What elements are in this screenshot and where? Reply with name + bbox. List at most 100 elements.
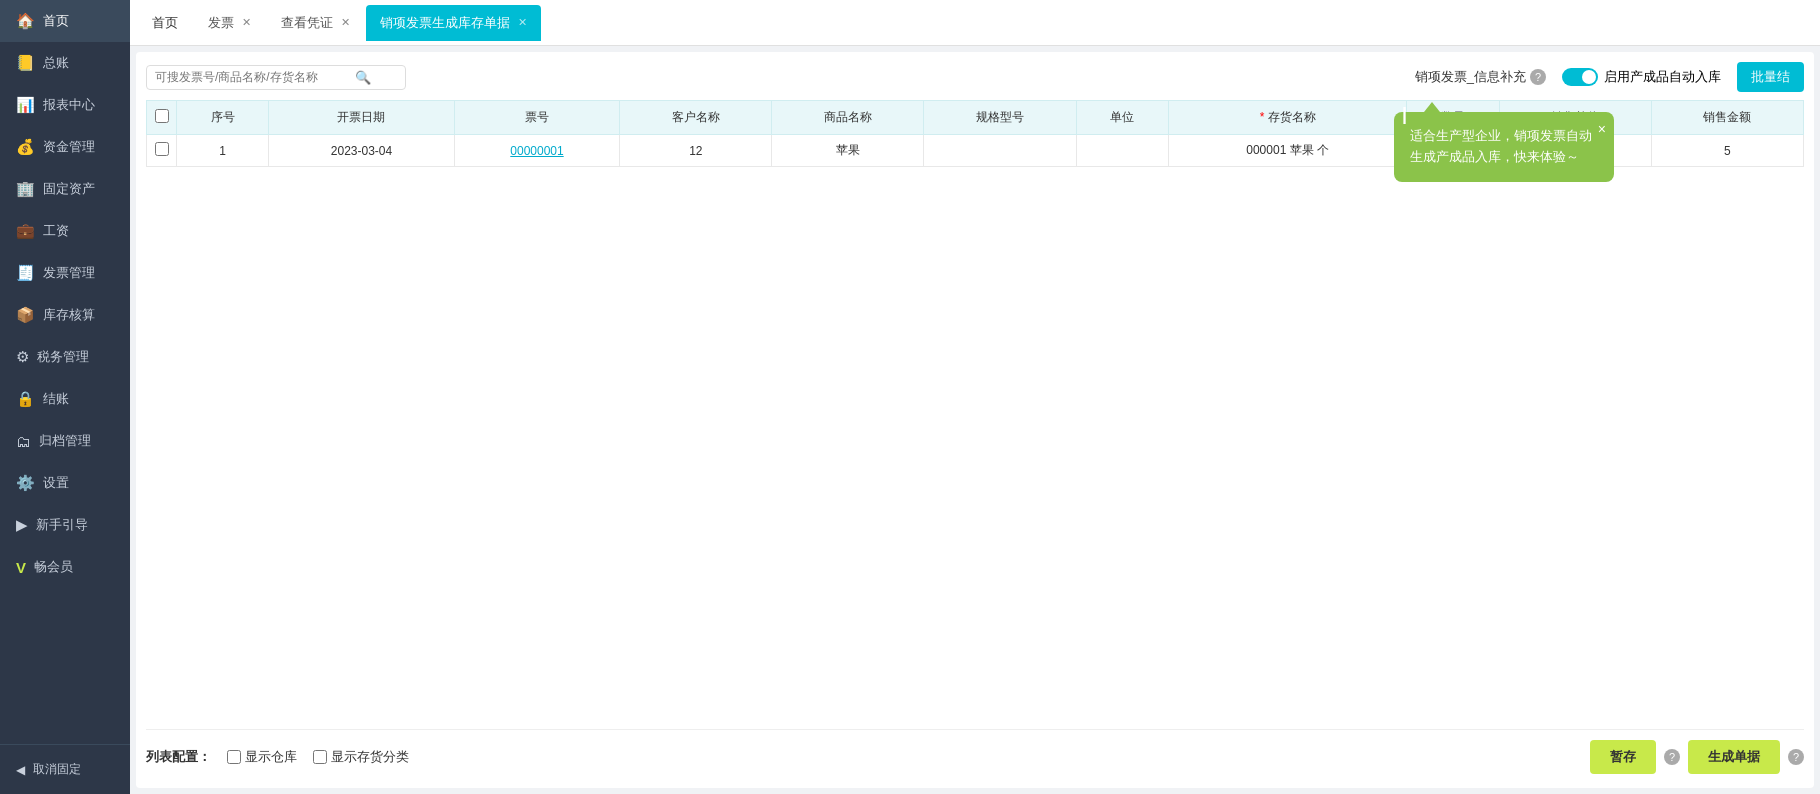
- home-icon: 🏠: [16, 12, 35, 30]
- sidebar-item-member[interactable]: V 畅会员: [0, 546, 130, 588]
- info-icon: ?: [1530, 69, 1546, 85]
- generate-help-icon[interactable]: ?: [1788, 749, 1804, 765]
- content-area: 🔍 销项发票_信息补充 ? 启用产成品自动入库 批量结: [136, 52, 1814, 788]
- sidebar: 🏠 首页 📒 总账 📊 报表中心 💰 资金管理 🏢 固定资产 💼 工资 🧾 发票…: [0, 0, 130, 794]
- show-category-checkbox[interactable]: [313, 750, 327, 764]
- sidebar-label-invoice-mgmt: 发票管理: [43, 264, 95, 282]
- search-input[interactable]: [155, 70, 355, 84]
- batch-button[interactable]: 批量结: [1737, 62, 1804, 92]
- sidebar-item-archive[interactable]: 🗂 归档管理: [0, 420, 130, 462]
- auto-inbound-toggle[interactable]: [1562, 68, 1598, 86]
- sidebar-item-settings[interactable]: ⚙️ 设置: [0, 462, 130, 504]
- toggle-wrapper: 启用产成品自动入库: [1562, 68, 1721, 86]
- right-toolbar: 销项发票_信息补充 ? 启用产成品自动入库 批量结: [1415, 62, 1804, 92]
- tab-voucher[interactable]: 查看凭证 ✕: [267, 5, 364, 41]
- col-checkbox: [147, 101, 177, 135]
- col-unit: 单位: [1076, 101, 1168, 135]
- sidebar-item-reports[interactable]: 📊 报表中心: [0, 84, 130, 126]
- row-spec: [924, 135, 1076, 167]
- cancel-pin-button[interactable]: ◀ 取消固定: [0, 753, 130, 786]
- col-date: 开票日期: [269, 101, 454, 135]
- select-all-checkbox[interactable]: [155, 109, 169, 123]
- row-date: 2023-03-04: [269, 135, 454, 167]
- tab-cancel-invoice-label: 销项发票生成库存单据: [380, 14, 510, 32]
- row-checkbox[interactable]: [155, 142, 169, 156]
- tab-bar: 首页 发票 ✕ 查看凭证 ✕ 销项发票生成库存单据 ✕: [130, 0, 1820, 46]
- settings-icon: ⚙️: [16, 474, 35, 492]
- tooltip-close-button[interactable]: ×: [1598, 118, 1606, 140]
- sidebar-label-funds: 资金管理: [43, 138, 95, 156]
- col-spec: 规格型号: [924, 101, 1076, 135]
- tab-home[interactable]: 首页: [138, 5, 192, 41]
- show-warehouse-checkbox[interactable]: [227, 750, 241, 764]
- show-category-label[interactable]: 显示存货分类: [313, 748, 409, 766]
- row-seq: 1: [177, 135, 269, 167]
- info-label-text: 销项发票_信息补充: [1415, 68, 1526, 86]
- row-number[interactable]: 00000001: [454, 135, 620, 167]
- sidebar-label-guide: 新手引导: [36, 516, 88, 534]
- sidebar-label-archive: 归档管理: [39, 432, 91, 450]
- row-checkbox-cell[interactable]: [147, 135, 177, 167]
- cancel-pin-icon: ◀: [16, 763, 25, 777]
- guide-icon: ▶: [16, 516, 28, 534]
- show-category-text: 显示存货分类: [331, 748, 409, 766]
- member-icon: V: [16, 559, 26, 576]
- sidebar-label-inventory: 库存核算: [43, 306, 95, 324]
- bottom-bar: 列表配置： 显示仓库 显示存货分类 暂存 ? 生成单据 ?: [146, 729, 1804, 778]
- tax-icon: ⚙: [16, 348, 29, 366]
- reports-icon: 📊: [16, 96, 35, 114]
- sidebar-label-closing: 结账: [43, 390, 69, 408]
- tab-home-label: 首页: [152, 14, 178, 32]
- sidebar-item-inventory[interactable]: 📦 库存核算: [0, 294, 130, 336]
- show-warehouse-text: 显示仓库: [245, 748, 297, 766]
- col-product: 商品名称: [772, 101, 924, 135]
- sidebar-item-ledger[interactable]: 📒 总账: [0, 42, 130, 84]
- sidebar-item-guide[interactable]: ▶ 新手引导: [0, 504, 130, 546]
- toolbar-row: 🔍 销项发票_信息补充 ? 启用产成品自动入库 批量结: [146, 62, 1804, 92]
- archive-icon: 🗂: [16, 433, 31, 450]
- cancel-pin-label: 取消固定: [33, 761, 81, 778]
- tab-cancel-invoice-close[interactable]: ✕: [518, 16, 527, 29]
- sidebar-item-invoice-mgmt[interactable]: 🧾 发票管理: [0, 252, 130, 294]
- tab-voucher-close[interactable]: ✕: [341, 16, 350, 29]
- tab-invoice-label: 发票: [208, 14, 234, 32]
- sidebar-item-fixed-assets[interactable]: 🏢 固定资产: [0, 168, 130, 210]
- closing-icon: 🔒: [16, 390, 35, 408]
- sidebar-item-funds[interactable]: 💰 资金管理: [0, 126, 130, 168]
- col-amount: 销售金额: [1651, 101, 1803, 135]
- save-button[interactable]: 暂存: [1590, 740, 1656, 774]
- invoice-number-link[interactable]: 00000001: [510, 144, 563, 158]
- sidebar-item-closing[interactable]: 🔒 结账: [0, 378, 130, 420]
- inventory-icon: 📦: [16, 306, 35, 324]
- invoice-mgmt-icon: 🧾: [16, 264, 35, 282]
- sidebar-label-tax: 税务管理: [37, 348, 89, 366]
- sidebar-label-home: 首页: [43, 12, 69, 30]
- sidebar-item-tax[interactable]: ⚙ 税务管理: [0, 336, 130, 378]
- row-customer: 12: [620, 135, 772, 167]
- tab-invoice[interactable]: 发票 ✕: [194, 5, 265, 41]
- tooltip-indicator: |: [1402, 100, 1407, 129]
- sidebar-label-settings: 设置: [43, 474, 69, 492]
- toggle-label: 启用产成品自动入库: [1604, 68, 1721, 86]
- generate-button[interactable]: 生成单据: [1688, 740, 1780, 774]
- ledger-icon: 📒: [16, 54, 35, 72]
- row-product: 苹果: [772, 135, 924, 167]
- row-amount: 5: [1651, 135, 1803, 167]
- row-inventory: 000001 苹果 个: [1168, 135, 1407, 167]
- tab-cancel-invoice[interactable]: 销项发票生成库存单据 ✕: [366, 5, 541, 41]
- sidebar-label-fixed-assets: 固定资产: [43, 180, 95, 198]
- show-warehouse-label[interactable]: 显示仓库: [227, 748, 297, 766]
- tooltip-popup: | × 适合生产型企业，销项发票自动生成产成品入库，快来体验～: [1394, 112, 1614, 182]
- funds-icon: 💰: [16, 138, 35, 156]
- main-area: 首页 发票 ✕ 查看凭证 ✕ 销项发票生成库存单据 ✕ 🔍 销项发票_信息补充: [130, 0, 1820, 794]
- col-customer: 客户名称: [620, 101, 772, 135]
- search-box[interactable]: 🔍: [146, 65, 406, 90]
- tab-invoice-close[interactable]: ✕: [242, 16, 251, 29]
- sidebar-item-home[interactable]: 🏠 首页: [0, 0, 130, 42]
- col-seq: 序号: [177, 101, 269, 135]
- save-help-icon[interactable]: ?: [1664, 749, 1680, 765]
- row-unit: [1076, 135, 1168, 167]
- sidebar-label-member: 畅会员: [34, 558, 73, 576]
- sidebar-label-payroll: 工资: [43, 222, 69, 240]
- sidebar-item-payroll[interactable]: 💼 工资: [0, 210, 130, 252]
